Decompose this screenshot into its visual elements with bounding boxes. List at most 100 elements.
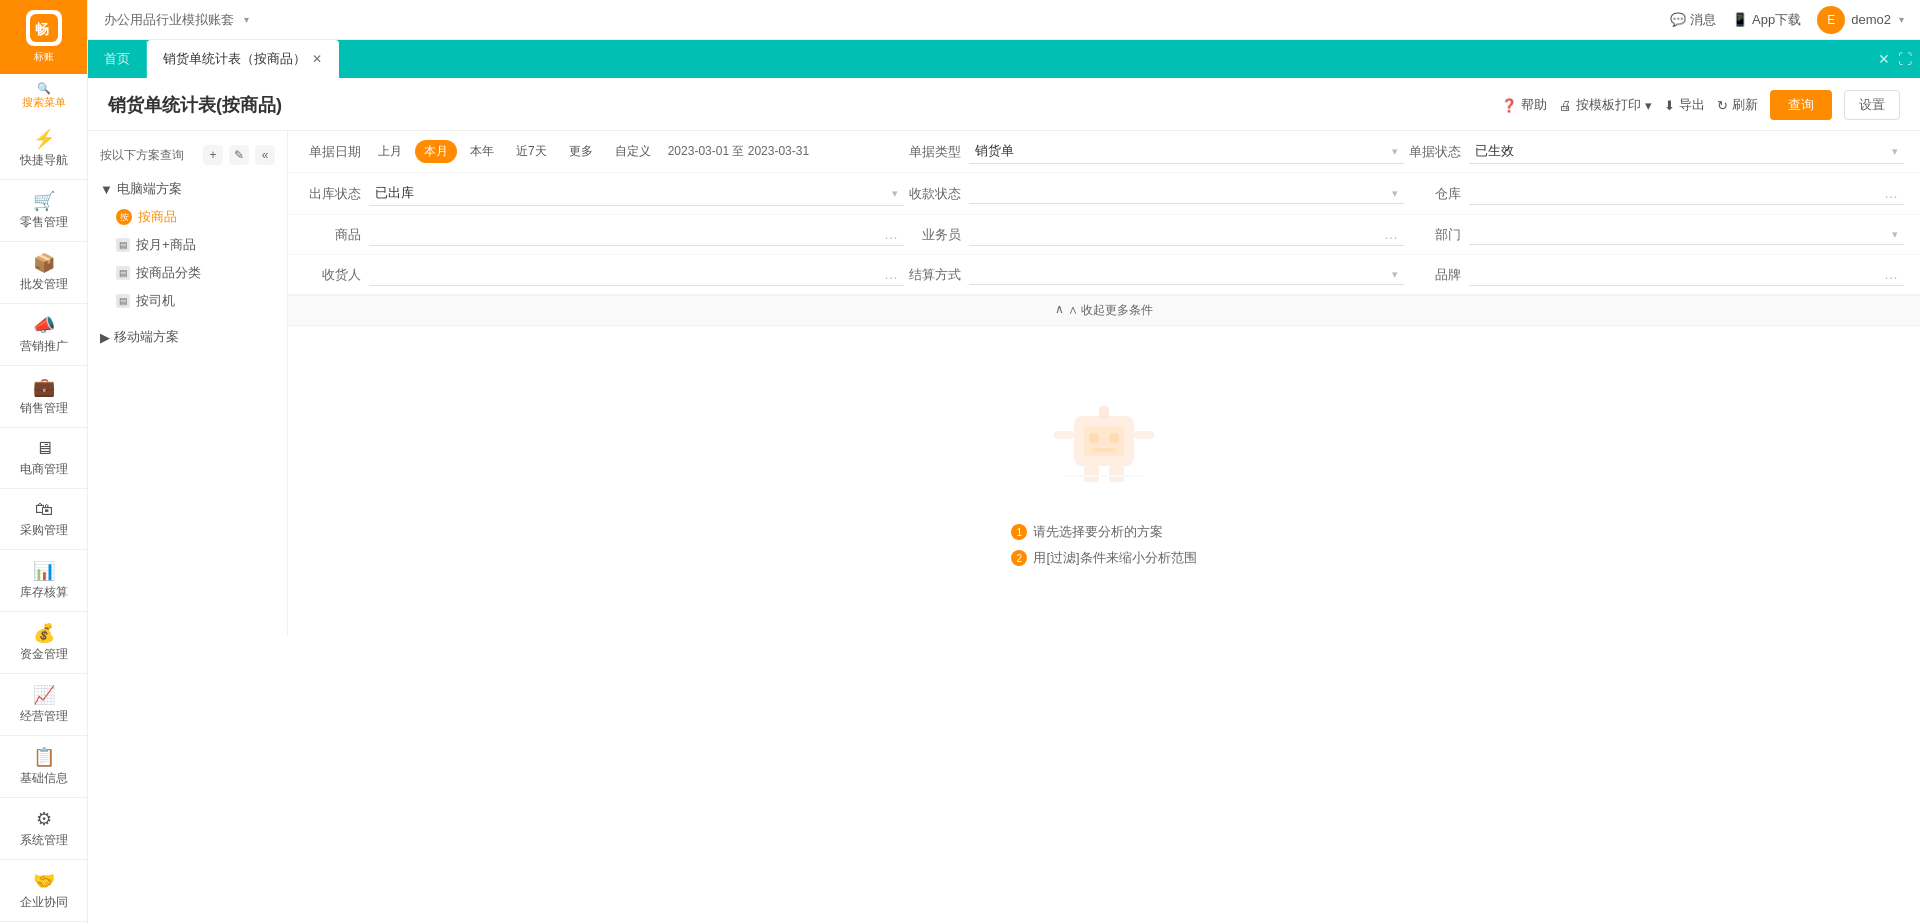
tree-expand-icon: ▶ bbox=[100, 330, 110, 345]
tab-report[interactable]: 销货单统计表（按商品） ✕ bbox=[147, 40, 339, 78]
doc-type-select[interactable]: 销货单 ▾ bbox=[969, 139, 1404, 164]
content-area: 销货单统计表(按商品) ❓ 帮助 🖨 按模板打印 ▾ ⬇ 导出 ↻ 刷新 bbox=[88, 78, 1920, 924]
left-panel-title: 按以下方案查询 bbox=[100, 147, 184, 164]
date-btn-7days[interactable]: 近7天 bbox=[507, 140, 556, 163]
tree-item-by-cashier[interactable]: ▤ 按司机 bbox=[88, 287, 287, 315]
query-button[interactable]: 查询 bbox=[1770, 90, 1832, 120]
recipient-label: 收货人 bbox=[304, 266, 369, 284]
collapse-icon: ∧ bbox=[1055, 302, 1064, 319]
collect-status-dropdown-icon: ▾ bbox=[1392, 187, 1398, 200]
doc-status-select[interactable]: 已生效 ▾ bbox=[1469, 139, 1904, 164]
warehouse-input[interactable]: … bbox=[1469, 182, 1904, 205]
page-actions: ❓ 帮助 🖨 按模板打印 ▾ ⬇ 导出 ↻ 刷新 查询 设置 bbox=[1501, 90, 1900, 120]
date-options: 上月 本月 本年 近7天 更多 自定义 2023-03-01 至 2023-03… bbox=[369, 140, 904, 163]
empty-hints: 1 请先选择要分析的方案 2 用[过滤]条件来缩小分析范围 bbox=[1011, 523, 1196, 575]
sidebar-item-operation[interactable]: 📈 经营管理 bbox=[0, 674, 87, 736]
add-scheme-btn[interactable]: + bbox=[203, 145, 223, 165]
ecommerce-icon: 🖥 bbox=[4, 438, 83, 459]
print-dropdown-arrow: ▾ bbox=[1645, 98, 1652, 113]
window-close-btn[interactable]: ✕ bbox=[1878, 51, 1890, 67]
user-menu-btn[interactable]: E demo2 ▾ bbox=[1817, 6, 1904, 34]
brand-ellipsis-icon: … bbox=[1884, 266, 1898, 282]
right-panel: 单据日期 上月 本月 本年 近7天 更多 自定义 2023-03-01 至 20… bbox=[288, 131, 1920, 635]
salesperson-ellipsis-icon: … bbox=[1384, 226, 1398, 242]
app-download-btn[interactable]: 📱 App下载 bbox=[1732, 11, 1801, 29]
message-btn[interactable]: 💬 消息 bbox=[1670, 11, 1716, 29]
doc-type-filter: 单据类型 销货单 ▾ bbox=[904, 139, 1404, 164]
sidebar-item-marketing[interactable]: 📣 营销推广 bbox=[0, 304, 87, 366]
svg-rect-6 bbox=[1092, 448, 1116, 452]
sidebar-item-purchase[interactable]: 🛍 采购管理 bbox=[0, 489, 87, 550]
date-btn-this-year[interactable]: 本年 bbox=[461, 140, 503, 163]
sidebar-item-finance[interactable]: 💰 资金管理 bbox=[0, 612, 87, 674]
hint-item-1: 1 请先选择要分析的方案 bbox=[1011, 523, 1196, 541]
doc-date-label: 单据日期 bbox=[304, 143, 369, 161]
collapse-filters-btn[interactable]: ∧ ∧ 收起更多条件 bbox=[288, 295, 1920, 325]
sidebar-item-enterprise[interactable]: 🤝 企业协同 bbox=[0, 860, 87, 922]
sidebar-item-wholesale[interactable]: 📦 批发管理 bbox=[0, 242, 87, 304]
salesperson-input[interactable]: … bbox=[969, 223, 1404, 246]
tab-close-btn[interactable]: ✕ bbox=[312, 52, 322, 66]
retail-icon: 🛒 bbox=[4, 190, 83, 212]
sidebar-item-sales[interactable]: 💼 销售管理 bbox=[0, 366, 87, 428]
search-icon: 🔍 bbox=[22, 82, 66, 95]
collapse-panel-btn[interactable]: « bbox=[255, 145, 275, 165]
salesperson-filter: 业务员 … bbox=[904, 223, 1404, 246]
svg-point-5 bbox=[1109, 433, 1119, 443]
tree-desktop-section: ▼ 电脑端方案 按 按商品 ▤ 按月+商品 ▤ 按商品分类 bbox=[88, 171, 287, 319]
sidebar-logo[interactable]: 畅 标账 bbox=[0, 0, 87, 74]
sidebar-item-system[interactable]: ⚙ 系统管理 bbox=[0, 798, 87, 860]
enterprise-icon: 🤝 bbox=[4, 870, 83, 892]
payment-method-select[interactable]: ▾ bbox=[969, 265, 1404, 285]
export-btn[interactable]: ⬇ 导出 bbox=[1664, 96, 1705, 114]
tree-item-by-month-product[interactable]: ▤ 按月+商品 bbox=[88, 231, 287, 259]
sidebar-item-retail[interactable]: 🛒 零售管理 bbox=[0, 180, 87, 242]
sidebar-item-search[interactable]: 🔍 搜索菜单 bbox=[18, 74, 70, 118]
left-panel-header: 按以下方案查询 + ✎ « bbox=[88, 139, 287, 171]
tab-home[interactable]: 首页 bbox=[88, 40, 147, 78]
date-btn-last-month[interactable]: 上月 bbox=[369, 140, 411, 163]
sidebar-item-inventory[interactable]: 📊 库存核算 bbox=[0, 550, 87, 612]
collect-status-label: 收款状态 bbox=[904, 185, 969, 203]
tree-parent-mobile[interactable]: ▶ 移动端方案 bbox=[88, 323, 287, 351]
help-btn[interactable]: ❓ 帮助 bbox=[1501, 96, 1547, 114]
date-btn-custom[interactable]: 自定义 bbox=[606, 140, 660, 163]
recipient-input[interactable]: … bbox=[369, 263, 904, 286]
template-print-btn[interactable]: 🖨 按模板打印 ▾ bbox=[1559, 96, 1652, 114]
settings-button[interactable]: 设置 bbox=[1844, 90, 1900, 120]
tree-item-by-category[interactable]: ▤ 按商品分类 bbox=[88, 259, 287, 287]
main-content: 按以下方案查询 + ✎ « ▼ 电脑端方案 按 按商品 bbox=[88, 131, 1920, 635]
window-maximize-btn[interactable]: ⛶ bbox=[1898, 51, 1912, 67]
sidebar-item-basic[interactable]: 📋 基础信息 bbox=[0, 736, 87, 798]
sidebar-item-shortcut[interactable]: ⚡ 快捷导航 bbox=[0, 118, 87, 180]
doc-type-label: 单据类型 bbox=[904, 143, 969, 161]
doc-date-filter: 单据日期 上月 本月 本年 近7天 更多 自定义 2023-03-01 至 20… bbox=[304, 140, 904, 163]
product-input[interactable]: … bbox=[369, 223, 904, 246]
tree-item-by-product[interactable]: 按 按商品 bbox=[88, 203, 287, 231]
download-icon: 📱 bbox=[1732, 12, 1748, 27]
left-panel: 按以下方案查询 + ✎ « ▼ 电脑端方案 按 按商品 bbox=[88, 131, 288, 635]
refresh-btn[interactable]: ↻ 刷新 bbox=[1717, 96, 1758, 114]
svg-rect-11 bbox=[1109, 466, 1124, 482]
date-btn-more[interactable]: 更多 bbox=[560, 140, 602, 163]
industry-label: 办公用品行业模拟账套 bbox=[104, 11, 234, 29]
tree-parent-desktop[interactable]: ▼ 电脑端方案 bbox=[88, 175, 287, 203]
sidebar-item-ecommerce[interactable]: 🖥 电商管理 bbox=[0, 428, 87, 489]
filter-row-3: 商品 … 业务员 … bbox=[288, 215, 1920, 255]
svg-rect-9 bbox=[1134, 431, 1154, 439]
warehouse-filter: 仓库 … bbox=[1404, 182, 1904, 205]
active-scheme-icon: 按 bbox=[116, 209, 132, 225]
industry-dropdown-arrow[interactable]: ▾ bbox=[244, 14, 249, 25]
hint-num-2: 2 bbox=[1011, 550, 1027, 566]
message-icon: 💬 bbox=[1670, 12, 1686, 27]
dept-select[interactable]: ▾ bbox=[1469, 225, 1904, 245]
brand-input[interactable]: … bbox=[1469, 263, 1904, 286]
date-btn-this-month[interactable]: 本月 bbox=[415, 140, 457, 163]
collect-status-select[interactable]: ▾ bbox=[969, 184, 1404, 204]
out-status-select[interactable]: 已出库 ▾ bbox=[369, 181, 904, 206]
edit-scheme-btn[interactable]: ✎ bbox=[229, 145, 249, 165]
salesperson-label: 业务员 bbox=[904, 226, 969, 244]
operation-icon: 📈 bbox=[4, 684, 83, 706]
svg-rect-10 bbox=[1084, 466, 1099, 482]
svg-text:畅: 畅 bbox=[35, 21, 49, 37]
